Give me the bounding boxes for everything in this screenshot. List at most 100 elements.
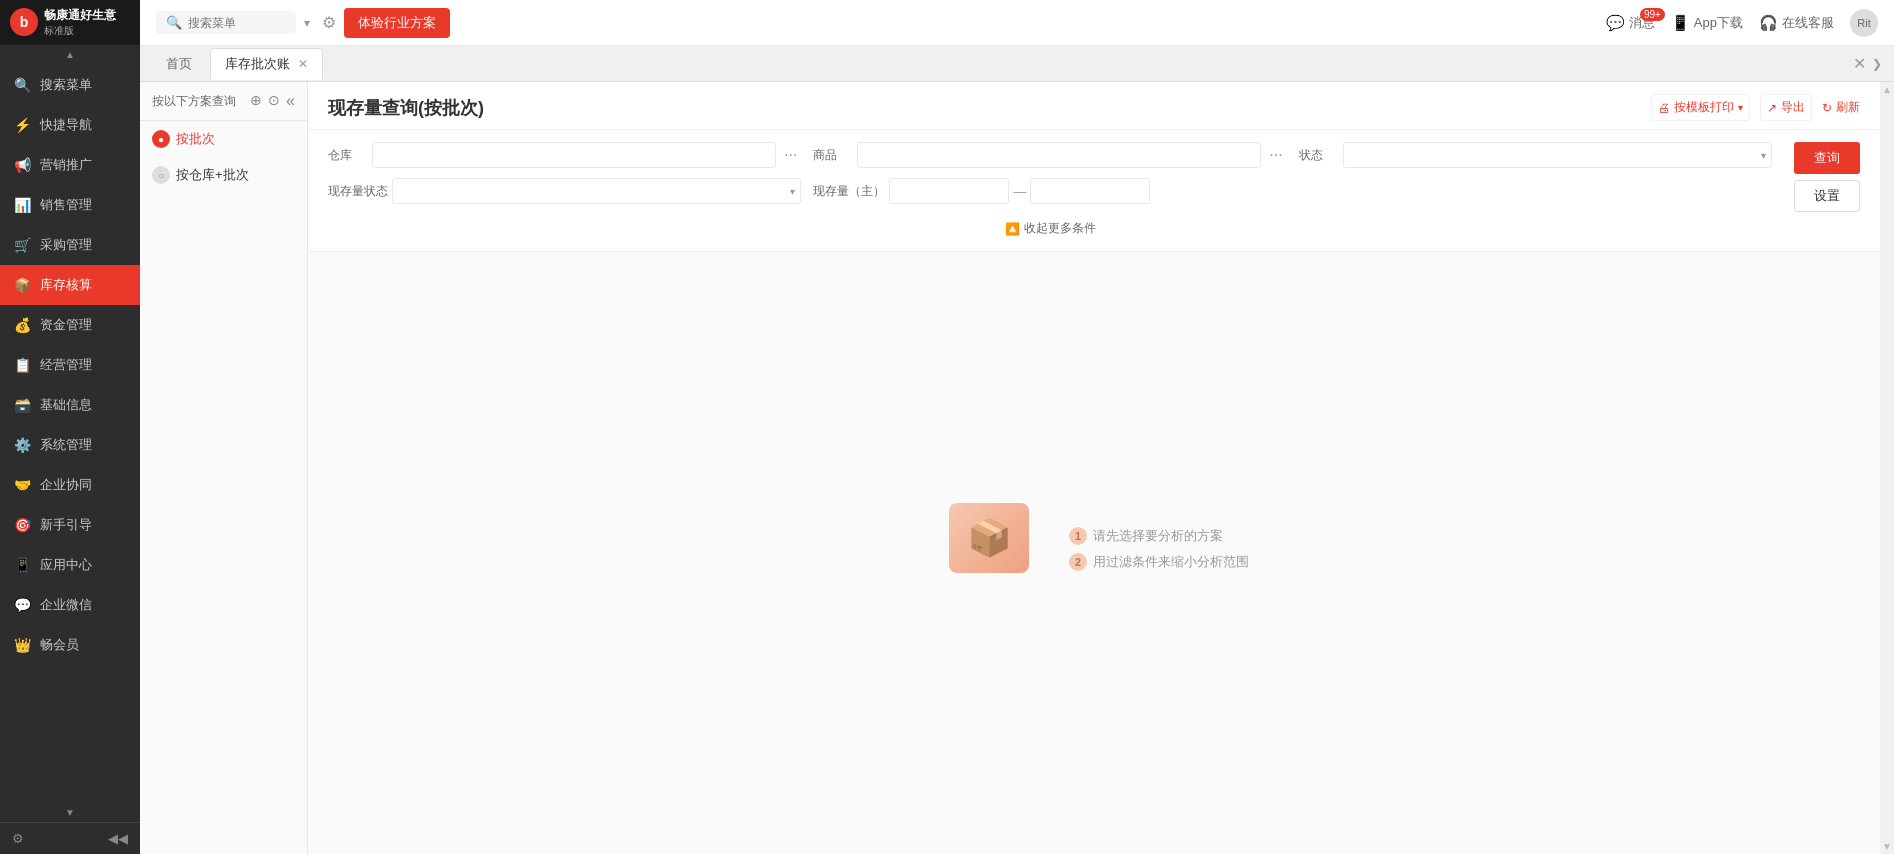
tab-close-icon[interactable]: ✕ — [298, 57, 308, 71]
topbar-gear-icon[interactable]: ⚙ — [322, 13, 336, 32]
app-logo: b — [10, 8, 38, 36]
print-dropdown-icon[interactable]: ▾ — [1738, 102, 1743, 113]
sidebar-item-label: 基础信息 — [40, 396, 92, 414]
sidebar-header: b 畅康通好生意 标准版 — [0, 0, 140, 45]
empty-tip-2: 2 用过滤条件来缩小分析范围 — [1069, 553, 1249, 571]
range-dash: — — [1013, 184, 1026, 199]
goods-input[interactable] — [857, 142, 1261, 168]
query-button[interactable]: 查询 — [1794, 142, 1860, 174]
settings-button[interactable]: 设置 — [1794, 180, 1860, 212]
user-item[interactable]: Rit — [1850, 9, 1878, 37]
sidebar-item-label: 销售管理 — [40, 196, 92, 214]
sidebar-item-quick-nav[interactable]: ⚡ 快捷导航 — [0, 105, 140, 145]
sidebar-item-label: 快捷导航 — [40, 116, 92, 134]
topbar-right: 💬 消息 99+ 📱 App下载 🎧 在线客服 Rit — [1606, 9, 1878, 37]
quick-nav-icon: ⚡ — [12, 115, 32, 135]
topbar-search-box[interactable]: 🔍 — [156, 11, 296, 34]
sidebar-item-inventory[interactable]: 📦 库存核算 — [0, 265, 140, 305]
export-button[interactable]: ↗ 导出 — [1760, 94, 1812, 121]
refresh-button[interactable]: ↻ 刷新 — [1822, 99, 1860, 116]
inventory-qty-min-input[interactable] — [889, 178, 1009, 204]
finance-icon: 💰 — [12, 315, 32, 335]
plan-unselected-icon: ○ — [152, 166, 170, 184]
tab-panel-expand-icon[interactable]: ❯ — [1872, 57, 1882, 71]
sidebar-item-enterprise[interactable]: 🤝 企业协同 — [0, 465, 140, 505]
sidebar-item-label: 企业微信 — [40, 596, 92, 614]
inventory-qty-max-input[interactable] — [1030, 178, 1150, 204]
filter-area: 仓库 ··· 商品 ··· 状态 — [308, 130, 1880, 252]
demo-button[interactable]: 体验行业方案 — [344, 8, 450, 38]
topbar: 🔍 ▾ ⚙ 体验行业方案 💬 消息 99+ 📱 App下载 🎧 在线客服 — [140, 0, 1894, 46]
page-title: 现存量查询(按批次) — [328, 96, 484, 120]
scroll-up-icon[interactable]: ▲ — [1882, 84, 1892, 95]
tip-num-1: 1 — [1069, 527, 1087, 545]
sidebar-item-label: 营销推广 — [40, 156, 92, 174]
collapse-more-btn[interactable]: 🔼 收起更多条件 — [328, 214, 1772, 239]
status-select-wrapper: ▾ — [1343, 142, 1772, 168]
warehouse-more-icon[interactable]: ··· — [780, 146, 801, 164]
warehouse-input[interactable] — [372, 142, 776, 168]
sidebar-item-search[interactable]: 🔍 搜索菜单 — [0, 65, 140, 105]
tabbar: 首页 库存批次账 ✕ ✕ ❯ — [140, 46, 1894, 82]
plan-item-by-warehouse-batch[interactable]: ○ 按仓库+批次 — [140, 157, 307, 193]
tab-inventory-batch[interactable]: 库存批次账 ✕ — [210, 48, 323, 80]
plan-item-by-batch[interactable]: ● 按批次 — [140, 121, 307, 157]
sidebar-nav: 🔍 搜索菜单 ⚡ 快捷导航 📢 营销推广 📊 销售管理 🛒 采购管理 📦 库存核… — [0, 65, 140, 802]
manage-plan-icon[interactable]: ⊙ — [268, 92, 280, 110]
sidebar-item-basic[interactable]: 🗃️ 基础信息 — [0, 385, 140, 425]
collapse-up-icon: 🔼 — [1005, 222, 1020, 236]
sidebar-item-label: 新手引导 — [40, 516, 92, 534]
sidebar-item-newbie[interactable]: 🎯 新手引导 — [0, 505, 140, 545]
plan-label: 按仓库+批次 — [176, 166, 249, 184]
print-button[interactable]: 🖨 按模板打印 ▾ — [1651, 94, 1750, 121]
status-label: 状态 — [1299, 147, 1339, 164]
plan-selected-icon: ● — [152, 130, 170, 148]
collapse-left-panel-icon[interactable]: « — [286, 92, 295, 110]
left-panel: 按以下方案查询 ⊕ ⊙ « ● 按批次 ○ 按仓库+批次 — [140, 82, 308, 854]
sidebar-scroll-up[interactable]: ▲ — [0, 45, 140, 65]
sidebar-item-finance[interactable]: 💰 资金管理 — [0, 305, 140, 345]
message-icon: 💬 — [1606, 14, 1625, 32]
settings-icon[interactable]: ⚙ — [12, 831, 24, 846]
goods-more-icon[interactable]: ··· — [1265, 146, 1286, 164]
scroll-down-icon[interactable]: ▼ — [1882, 841, 1892, 852]
inventory-status-select[interactable] — [392, 178, 801, 204]
right-content: 现存量查询(按批次) 🖨 按模板打印 ▾ ↗ 导出 ↻ 刷新 — [308, 82, 1880, 854]
brand-text: 畅康通好生意 标准版 — [44, 8, 116, 37]
sidebar-item-app-center[interactable]: 📱 应用中心 — [0, 545, 140, 585]
topbar-search-icon: 🔍 — [166, 15, 182, 30]
tab-panel-close-icon[interactable]: ✕ — [1853, 54, 1866, 73]
add-plan-icon[interactable]: ⊕ — [250, 92, 262, 110]
print-label: 按模板打印 — [1674, 99, 1734, 116]
sidebar-item-purchase[interactable]: 🛒 采购管理 — [0, 225, 140, 265]
sidebar-item-label: 经营管理 — [40, 356, 92, 374]
sidebar-item-label: 搜索菜单 — [40, 76, 92, 94]
app-download-label: App下载 — [1694, 14, 1743, 32]
collapse-sidebar-icon[interactable]: ◀◀ — [108, 831, 128, 846]
sidebar-item-operations[interactable]: 📋 经营管理 — [0, 345, 140, 385]
sidebar-item-sales[interactable]: 📊 销售管理 — [0, 185, 140, 225]
app-download-item[interactable]: 📱 App下载 — [1671, 14, 1743, 32]
message-item[interactable]: 💬 消息 99+ — [1606, 14, 1655, 32]
topbar-left: 🔍 ▾ ⚙ 体验行业方案 — [156, 8, 1596, 38]
sidebar-item-label: 系统管理 — [40, 436, 92, 454]
sidebar-scroll-down[interactable]: ▼ — [0, 802, 140, 822]
empty-illustration — [939, 503, 1039, 603]
filter-inventory-status: 现存量状态 ▾ — [328, 178, 801, 204]
sidebar-item-marketing[interactable]: 📢 营销推广 — [0, 145, 140, 185]
sidebar-item-member[interactable]: 👑 畅会员 — [0, 625, 140, 665]
search-input[interactable] — [188, 16, 268, 30]
plan-label: 按批次 — [176, 130, 215, 148]
content-area: 按以下方案查询 ⊕ ⊙ « ● 按批次 ○ 按仓库+批次 现存量查询(按批次) — [140, 82, 1894, 854]
tab-home[interactable]: 首页 — [152, 49, 206, 79]
operations-icon: 📋 — [12, 355, 32, 375]
filter-inventory-qty: 现存量（主） — — [813, 178, 1286, 204]
sidebar-item-system[interactable]: ⚙️ 系统管理 — [0, 425, 140, 465]
page-header: 现存量查询(按批次) 🖨 按模板打印 ▾ ↗ 导出 ↻ 刷新 — [308, 82, 1880, 130]
online-service-item[interactable]: 🎧 在线客服 — [1759, 14, 1834, 32]
export-label: 导出 — [1781, 99, 1805, 116]
sidebar-item-wechat[interactable]: 💬 企业微信 — [0, 585, 140, 625]
status-select[interactable] — [1343, 142, 1772, 168]
topbar-chevron-icon[interactable]: ▾ — [304, 16, 310, 30]
sidebar-item-label: 采购管理 — [40, 236, 92, 254]
